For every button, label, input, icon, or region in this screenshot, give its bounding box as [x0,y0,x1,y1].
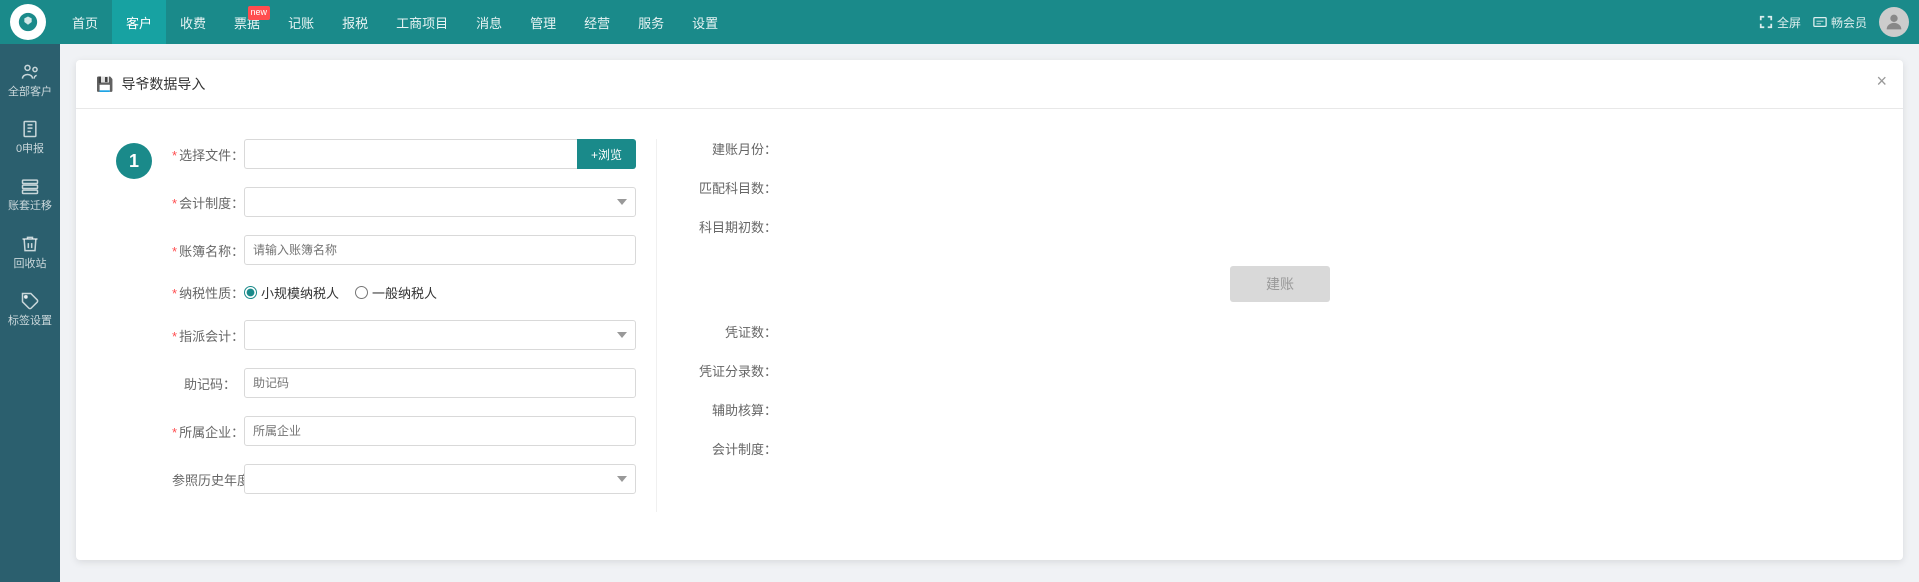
close-button[interactable]: × [1876,72,1887,90]
sidebar-label-declaration: 0申报 [16,143,44,156]
nav-message[interactable]: 消息 [462,0,516,44]
step-badge: 1 [116,143,152,179]
nav-customers[interactable]: 客户 [112,0,166,44]
memo-code-input[interactable] [244,368,636,398]
voucher-count-label: 凭证数： [697,322,785,341]
ledger-name-row: 账簿名称： [172,235,636,265]
small-taxpayer-label: 小规模纳税人 [261,283,339,302]
browse-button[interactable]: +浏览 [577,139,636,169]
sidebar-item-all-customers[interactable]: 全部客户 [2,54,58,107]
info-section: 建账月份： 匹配科目数： 科目期初数： 建账 [656,139,1863,512]
ledger-name-label: 账簿名称： [172,241,244,260]
file-input-group: +浏览 [244,139,636,169]
nav-service[interactable]: 服务 [624,0,678,44]
assign-accountant-control [244,320,636,350]
panel-header: 💾 导爷数据导入 × [76,60,1903,109]
memo-code-control [244,368,636,398]
sidebar-item-tags[interactable]: 标签设置 [2,283,58,336]
sidebar-label-recycle: 回收站 [14,258,47,271]
assign-accountant-select[interactable] [244,320,636,350]
member-btn[interactable]: 畅会员 [1813,14,1867,31]
nav-settings[interactable]: 设置 [678,0,732,44]
build-btn-container: 建账 [697,256,1863,302]
reference-year-control [244,464,636,494]
tax-type-label: 纳税性质： [172,283,244,302]
nav-bookkeeping[interactable]: 记账 [274,0,328,44]
affiliated-company-row: 所属企业： [172,416,636,446]
user-avatar[interactable] [1879,7,1909,37]
info-accounting-system-label: 会计制度： [697,439,785,458]
accounting-system-label: 会计制度： [172,193,244,212]
nav-operation[interactable]: 经营 [570,0,624,44]
affiliated-company-control [244,416,636,446]
app-logo [10,4,46,40]
auxiliary-label: 辅助核算： [697,400,785,419]
ledger-name-control [244,235,636,265]
tax-type-control: 小规模纳税人 一般纳税人 [244,283,636,302]
reference-year-select[interactable] [244,464,636,494]
sidebar: 全部客户 0申报 账套迁移 回收站 标签设置 [0,44,60,582]
general-taxpayer-radio[interactable]: 一般纳税人 [355,283,437,302]
voucher-entries-row: 凭证分录数： [697,361,1863,380]
sidebar-label-migration: 账套迁移 [8,200,52,213]
build-month-row: 建账月份： [697,139,1863,158]
accounting-system-row: 会计制度： [172,187,636,217]
match-subject-label: 匹配科目数： [697,178,785,197]
build-month-label: 建账月份： [697,139,785,158]
tax-type-row: 纳税性质： 小规模纳税人 一般纳税人 [172,283,636,302]
panel-title: 导爷数据导入 [121,74,205,94]
sidebar-label-tags: 标签设置 [8,315,52,328]
nav-items: 首页 客户 收费 票据 new 记账 报税 工商项目 消息 管理 经营 服务 设… [58,0,1759,44]
navbar-right: 全屏 畅会员 [1759,7,1909,37]
small-taxpayer-radio[interactable]: 小规模纳税人 [244,283,339,302]
subject-initial-label: 科目期初数： [697,217,785,236]
subject-initial-row: 科目期初数： [697,217,1863,236]
sidebar-item-recycle[interactable]: 回收站 [2,226,58,279]
file-text-input[interactable] [244,139,577,169]
tax-radio-group: 小规模纳税人 一般纳税人 [244,283,636,302]
navbar: 首页 客户 收费 票据 new 记账 报税 工商项目 消息 管理 经营 服务 设… [0,0,1919,44]
nav-home[interactable]: 首页 [58,0,112,44]
nav-business[interactable]: 工商项目 [382,0,462,44]
auxiliary-row: 辅助核算： [697,400,1863,419]
import-icon: 💾 [96,76,113,93]
assign-accountant-row: 指派会计： [172,320,636,350]
memo-code-label: 助记码： [172,374,244,393]
match-subject-row: 匹配科目数： [697,178,1863,197]
affiliated-company-label: 所属企业： [172,422,244,441]
ledger-name-input[interactable] [244,235,636,265]
reference-year-label: 参照历史年度： [172,470,244,489]
new-badge: new [248,6,271,20]
sidebar-label-customers: 全部客户 [8,86,52,99]
form-section: 1 选择文件： +浏览 会计制度： [116,139,636,512]
accounting-system-control [244,187,636,217]
file-label: 选择文件： [172,145,244,164]
sidebar-item-account-migration[interactable]: 账套迁移 [2,168,58,221]
fullscreen-btn[interactable]: 全屏 [1759,14,1801,31]
panel-body: 1 选择文件： +浏览 会计制度： [76,109,1903,542]
form-fields: 选择文件： +浏览 会计制度： [172,139,636,512]
general-taxpayer-label: 一般纳税人 [372,283,437,302]
main-content: 💾 导爷数据导入 × 1 选择文件： +浏览 [60,44,1919,582]
nav-billing[interactable]: 收费 [166,0,220,44]
sidebar-item-declaration[interactable]: 0申报 [2,111,58,164]
affiliated-company-input[interactable] [244,416,636,446]
accounting-system-select[interactable] [244,187,636,217]
nav-invoice[interactable]: 票据 new [220,0,274,44]
file-select-row: 选择文件： +浏览 [172,139,636,169]
nav-tax[interactable]: 报税 [328,0,382,44]
info-accounting-system-row: 会计制度： [697,439,1863,458]
voucher-count-row: 凭证数： [697,322,1863,341]
assign-accountant-label: 指派会计： [172,326,244,345]
nav-management[interactable]: 管理 [516,0,570,44]
import-panel: 💾 导爷数据导入 × 1 选择文件： +浏览 [76,60,1903,560]
voucher-entries-label: 凭证分录数： [697,361,785,380]
reference-year-row: 参照历史年度： [172,464,636,494]
memo-code-row: 助记码： [172,368,636,398]
build-account-button[interactable]: 建账 [1230,266,1330,302]
